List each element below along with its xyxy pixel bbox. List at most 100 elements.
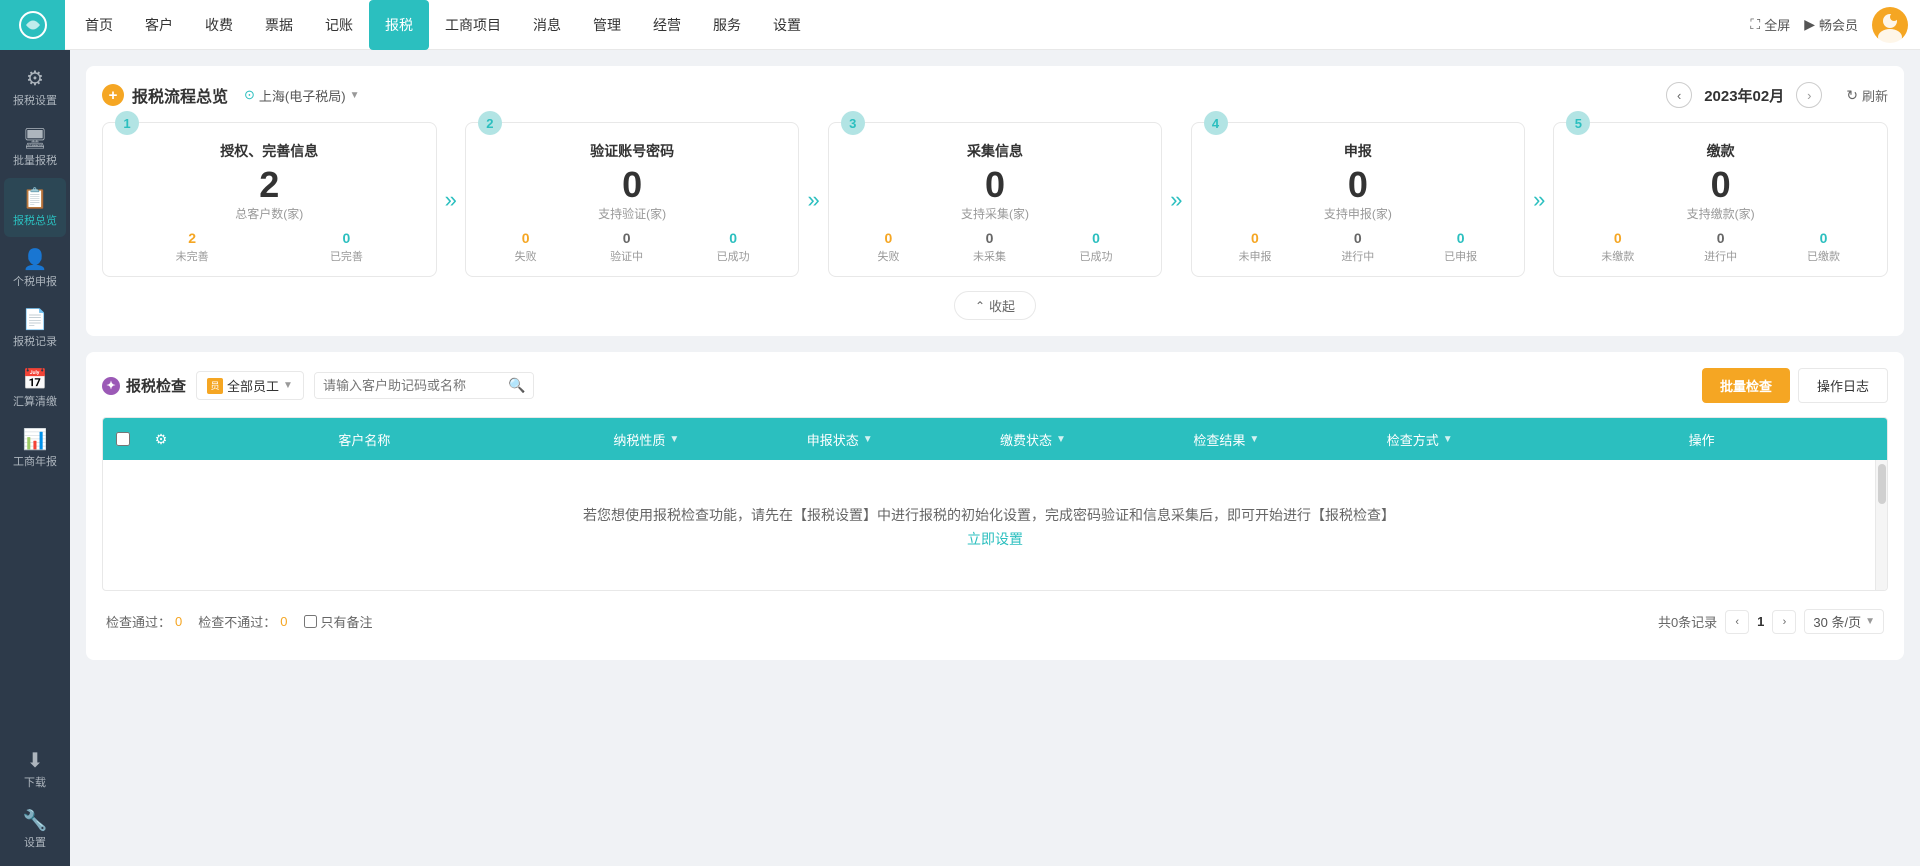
th-check-method[interactable]: 检查方式 ▼ bbox=[1323, 430, 1516, 449]
sidebar-label-download: 下载 bbox=[24, 777, 46, 790]
card-3-title: 采集信息 bbox=[841, 141, 1150, 161]
flow-arrow-1: » bbox=[437, 122, 465, 277]
nav-item-manage[interactable]: 管理 bbox=[577, 0, 637, 50]
card-1-subtitle: 总客户数(家) bbox=[115, 205, 424, 222]
nav-item-tax[interactable]: 报税 bbox=[369, 0, 429, 50]
search-box: 🔍 bbox=[314, 372, 534, 399]
check-title-icon: ✦ bbox=[102, 377, 120, 395]
nav-item-service[interactable]: 服务 bbox=[697, 0, 757, 50]
logo[interactable] bbox=[0, 0, 65, 50]
card-2-stat-1-label: 失败 bbox=[515, 248, 537, 264]
page-next-btn[interactable]: › bbox=[1772, 610, 1796, 634]
nav-item-settings[interactable]: 设置 bbox=[757, 0, 817, 50]
card-3-stat-3-value: 0 bbox=[1092, 230, 1100, 246]
card-4-stat-1-value: 0 bbox=[1251, 230, 1259, 246]
sidebar-item-settlement[interactable]: 📅 汇算清缴 bbox=[4, 359, 66, 417]
nav-item-client[interactable]: 客户 bbox=[129, 0, 189, 50]
pass-value[interactable]: 0 bbox=[175, 614, 182, 629]
fail-value[interactable]: 0 bbox=[280, 614, 287, 629]
refresh-btn[interactable]: ↻ 刷新 bbox=[1846, 86, 1888, 105]
card-4-stat-3-label: 已申报 bbox=[1444, 248, 1477, 264]
sidebar-label-tax-record: 报税记录 bbox=[13, 336, 57, 349]
card-2-stat-2-label: 验证中 bbox=[610, 248, 643, 264]
card-2-stat-1: 0 失败 bbox=[515, 230, 537, 264]
staff-chevron-icon: ▼ bbox=[283, 380, 293, 391]
nav-item-invoice[interactable]: 票据 bbox=[249, 0, 309, 50]
flow-card-4: 4 申报 0 支持申报(家) 0 未申报 0 进行中 bbox=[1191, 122, 1526, 277]
card-3-count: 0 bbox=[841, 167, 1150, 203]
nav-item-business[interactable]: 工商项目 bbox=[429, 0, 517, 50]
page-first-btn[interactable]: ‹ bbox=[1725, 610, 1749, 634]
nav-item-fee[interactable]: 收费 bbox=[189, 0, 249, 50]
card-3-stat-1-label: 失败 bbox=[877, 248, 899, 264]
footer-stats: 检查通过： 0 检查不通过： 0 只有备注 bbox=[106, 612, 373, 631]
sidebar-item-annual-report[interactable]: 📊 工商年报 bbox=[4, 419, 66, 477]
step-badge-3: 3 bbox=[841, 111, 865, 135]
card-5-stat-3-value: 0 bbox=[1820, 230, 1828, 246]
th-check-result[interactable]: 检查结果 ▼ bbox=[1130, 430, 1323, 449]
operation-log-btn[interactable]: 操作日志 bbox=[1798, 368, 1888, 403]
gear-icon: ⚙ bbox=[155, 431, 168, 448]
th-declare-status[interactable]: 申报状态 ▼ bbox=[743, 430, 936, 449]
step-badge-5: 5 bbox=[1566, 111, 1590, 135]
overview-plus-icon: + bbox=[102, 84, 124, 106]
month-next-btn[interactable]: › bbox=[1796, 82, 1822, 108]
collapse-btn[interactable]: ⌃ 收起 bbox=[954, 291, 1036, 320]
select-all-checkbox[interactable] bbox=[116, 432, 130, 446]
note-checkbox[interactable] bbox=[304, 615, 317, 628]
card-4-subtitle: 支持申报(家) bbox=[1204, 205, 1513, 222]
sidebar-item-config[interactable]: 🔧 设置 bbox=[4, 800, 66, 858]
sidebar-label-personal-tax: 个税申报 bbox=[13, 276, 57, 289]
card-3-stat-1: 0 失败 bbox=[877, 230, 899, 264]
staff-select[interactable]: 员 全部员工 ▼ bbox=[196, 371, 304, 400]
search-btn[interactable]: 🔍 bbox=[500, 373, 533, 398]
empty-text: 若您想使用报税检查功能，请先在【报税设置】中进行报税的初始化设置，完成密码验证和… bbox=[583, 507, 1395, 523]
nav-item-accounting[interactable]: 记账 bbox=[309, 0, 369, 50]
th-pay-status[interactable]: 缴费状态 ▼ bbox=[936, 430, 1129, 449]
card-1-title: 授权、完善信息 bbox=[115, 141, 424, 161]
sidebar-label-settlement: 汇算清缴 bbox=[13, 396, 57, 409]
card-5-title: 缴款 bbox=[1566, 141, 1875, 161]
scrollbar[interactable] bbox=[1875, 460, 1887, 590]
sidebar-item-tax-record[interactable]: 📄 报税记录 bbox=[4, 299, 66, 357]
month-prev-btn[interactable]: ‹ bbox=[1666, 82, 1692, 108]
filter-icon-2: ▼ bbox=[863, 434, 873, 445]
th-tax-nature[interactable]: 纳税性质 ▼ bbox=[550, 430, 743, 449]
location-tag[interactable]: ⊙ 上海(电子税局) ▼ bbox=[244, 86, 359, 105]
th-checkbox[interactable] bbox=[103, 432, 143, 446]
tax-record-icon: 📄 bbox=[23, 307, 48, 332]
sidebar-item-tax-settings[interactable]: ⚙ 报税设置 bbox=[4, 58, 66, 116]
empty-message: 若您想使用报税检查功能，请先在【报税设置】中进行报税的初始化设置，完成密码验证和… bbox=[583, 501, 1407, 529]
membership-btn[interactable]: ▶ 畅会员 bbox=[1804, 15, 1858, 34]
per-page-select[interactable]: 30 条/页 ▼ bbox=[1804, 609, 1884, 634]
month-nav: ‹ 2023年02月 › bbox=[1666, 82, 1822, 108]
card-5-stat-2-value: 0 bbox=[1717, 230, 1725, 246]
card-1-stat-1-label: 未完善 bbox=[176, 248, 209, 264]
nav-item-operation[interactable]: 经营 bbox=[637, 0, 697, 50]
setup-link[interactable]: 立即设置 bbox=[967, 529, 1023, 549]
card-3-stat-1-value: 0 bbox=[885, 230, 893, 246]
nav-item-home[interactable]: 首页 bbox=[69, 0, 129, 50]
batch-check-btn[interactable]: 批量检查 bbox=[1702, 368, 1790, 403]
sidebar-item-overview[interactable]: 📋 报税总览 bbox=[4, 178, 66, 236]
th-gear[interactable]: ⚙ bbox=[143, 431, 179, 448]
sidebar-item-batch-tax[interactable]: 🖥 批量报税 bbox=[4, 118, 66, 176]
membership-icon: ▶ bbox=[1804, 16, 1815, 33]
scrollbar-thumb[interactable] bbox=[1878, 464, 1886, 504]
fullscreen-btn[interactable]: ⛶ 全屏 bbox=[1750, 15, 1790, 34]
card-4-stat-3-value: 0 bbox=[1457, 230, 1465, 246]
nav-item-message[interactable]: 消息 bbox=[517, 0, 577, 50]
collapse-row: ⌃ 收起 bbox=[102, 277, 1888, 320]
check-title: ✦ 报税检查 bbox=[102, 375, 186, 396]
sidebar-item-download[interactable]: ⬇ 下载 bbox=[4, 740, 66, 798]
avatar-icon bbox=[1872, 7, 1908, 43]
overview-title: 报税流程总览 bbox=[132, 83, 228, 107]
sidebar-item-personal-tax[interactable]: 👤 个税申报 bbox=[4, 239, 66, 297]
search-input[interactable] bbox=[315, 373, 500, 398]
avatar[interactable] bbox=[1872, 7, 1908, 43]
card-4-stat-2-value: 0 bbox=[1354, 230, 1362, 246]
card-3-subtitle: 支持采集(家) bbox=[841, 205, 1150, 222]
tax-settings-icon: ⚙ bbox=[26, 66, 44, 91]
overview-icon: 📋 bbox=[23, 186, 48, 211]
card-5-stat-1: 0 未缴款 bbox=[1601, 230, 1634, 264]
